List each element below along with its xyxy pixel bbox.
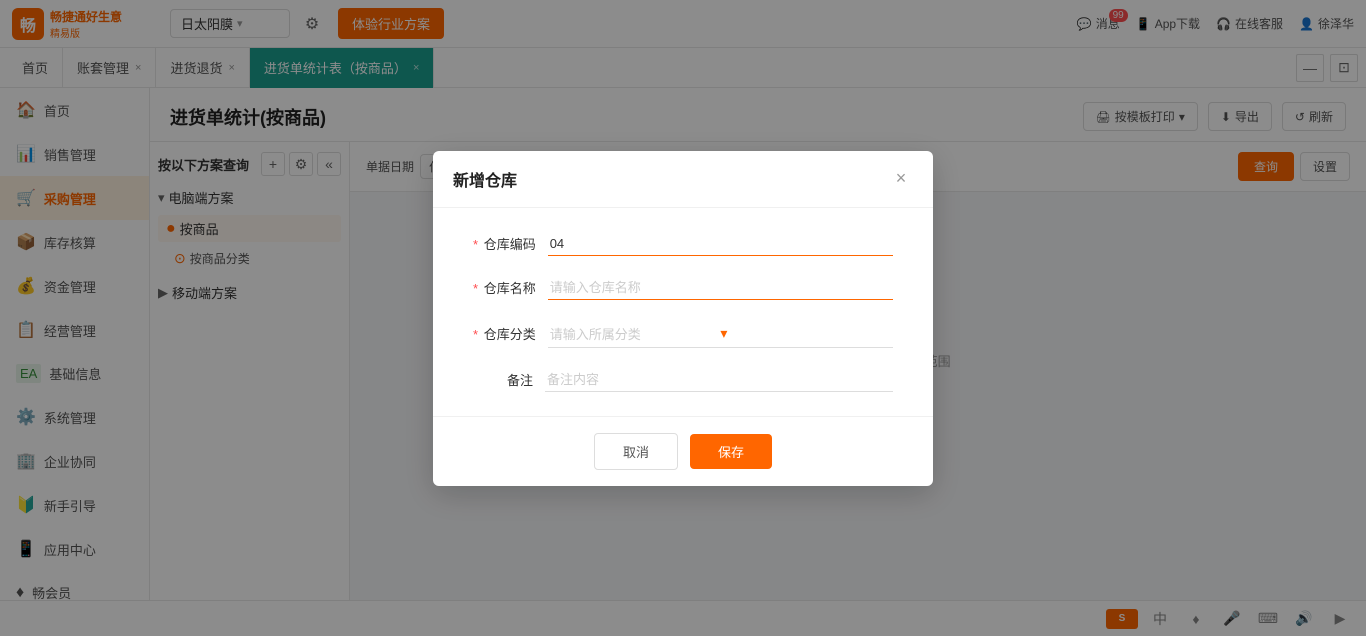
add-warehouse-modal: 新增仓库 × * 仓库编码 * 仓库名称 * 仓库分 (433, 151, 933, 486)
modal-overlay[interactable]: 新增仓库 × * 仓库编码 * 仓库名称 * 仓库分 (0, 0, 1366, 636)
required-mark-name: * (473, 281, 478, 296)
modal-header: 新增仓库 × (433, 151, 933, 208)
warehouse-note-label: 备注 (473, 370, 533, 389)
warehouse-category-label: * 仓库分类 (473, 324, 536, 343)
warehouse-note-row: 备注 (473, 368, 893, 392)
warehouse-code-row: * 仓库编码 (473, 232, 893, 256)
warehouse-name-label: * 仓库名称 (473, 278, 536, 297)
required-mark: * (473, 237, 478, 252)
warehouse-code-label: * 仓库编码 (473, 234, 536, 253)
warehouse-category-placeholder: 请输入所属分类 (550, 324, 721, 343)
warehouse-note-input[interactable] (545, 368, 893, 392)
warehouse-code-input[interactable] (548, 232, 893, 256)
cancel-button[interactable]: 取消 (594, 433, 678, 470)
warehouse-category-row: * 仓库分类 请输入所属分类 ▾ (473, 320, 893, 348)
modal-title: 新增仓库 (453, 167, 517, 191)
modal-footer: 取消 保存 (433, 416, 933, 486)
required-mark-cat: * (473, 327, 478, 342)
modal-body: * 仓库编码 * 仓库名称 * 仓库分类 请输入所属分类 ▾ (433, 208, 933, 416)
modal-close-icon[interactable]: × (889, 167, 913, 191)
save-button[interactable]: 保存 (690, 434, 772, 469)
warehouse-category-select[interactable]: 请输入所属分类 ▾ (548, 320, 893, 348)
warehouse-name-input[interactable] (548, 276, 893, 300)
warehouse-name-row: * 仓库名称 (473, 276, 893, 300)
category-dropdown-icon: ▾ (720, 325, 891, 342)
